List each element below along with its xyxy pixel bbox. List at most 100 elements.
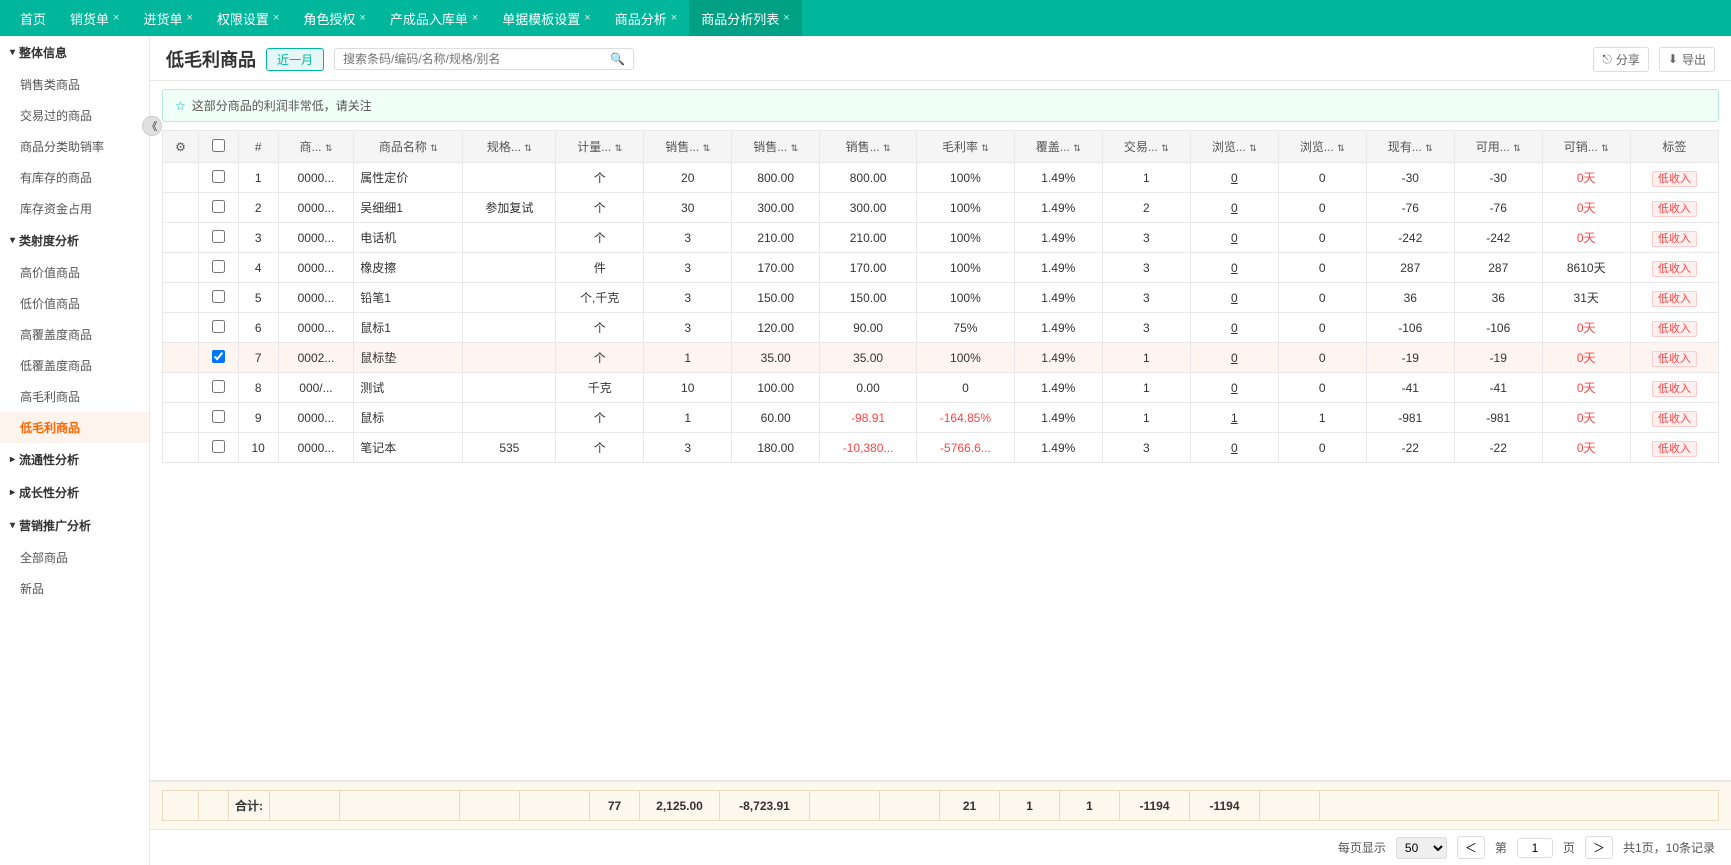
cell-check[interactable] bbox=[199, 283, 239, 313]
nav-close-role[interactable]: × bbox=[359, 12, 365, 24]
cell-check[interactable] bbox=[199, 223, 239, 253]
nav-home[interactable]: 首页 bbox=[8, 0, 58, 36]
cell-sales-profit: 800.00 bbox=[820, 163, 917, 193]
sidebar-item-traded-products[interactable]: 交易过的商品 bbox=[0, 100, 149, 131]
collapse-sidebar-button[interactable]: 《 bbox=[142, 116, 162, 136]
cell-check[interactable] bbox=[199, 313, 239, 343]
col-header-coverage[interactable]: 覆盖... ⇅ bbox=[1014, 131, 1102, 163]
cell-unit: 个 bbox=[556, 403, 644, 433]
cell-browse1[interactable]: 0 bbox=[1190, 223, 1278, 253]
nav-template[interactable]: 单据模板设置 × bbox=[490, 0, 602, 36]
col-header-code[interactable]: 商... ⇅ bbox=[278, 131, 354, 163]
share-button[interactable]: ⎋ 分享 bbox=[1593, 47, 1649, 72]
nav-close-purchase[interactable]: × bbox=[186, 12, 192, 24]
row-checkbox[interactable] bbox=[212, 350, 225, 363]
nav-permission[interactable]: 权限设置 × bbox=[205, 0, 291, 36]
sidebar-item-high-value[interactable]: 高价值商品 bbox=[0, 257, 149, 288]
row-checkbox[interactable] bbox=[212, 320, 225, 333]
col-header-trade[interactable]: 交易... ⇅ bbox=[1102, 131, 1190, 163]
sidebar-item-in-stock[interactable]: 有库存的商品 bbox=[0, 162, 149, 193]
row-checkbox[interactable] bbox=[212, 410, 225, 423]
col-header-num: # bbox=[238, 131, 278, 163]
nav-close-analysis[interactable]: × bbox=[671, 12, 677, 24]
col-header-available[interactable]: 可用... ⇅ bbox=[1454, 131, 1542, 163]
export-button[interactable]: ⬇ 导出 bbox=[1659, 47, 1715, 72]
row-checkbox[interactable] bbox=[212, 260, 225, 273]
cell-gross-margin: 100% bbox=[916, 193, 1014, 223]
cell-browse1[interactable]: 0 bbox=[1190, 253, 1278, 283]
nav-product-inbound[interactable]: 产成品入库单 × bbox=[378, 0, 490, 36]
sidebar-item-low-value[interactable]: 低价值商品 bbox=[0, 288, 149, 319]
nav-role-auth[interactable]: 角色授权 × bbox=[291, 0, 377, 36]
filter-button[interactable]: 近一月 bbox=[266, 48, 324, 71]
sidebar-item-high-margin[interactable]: 高毛利商品 bbox=[0, 381, 149, 412]
cell-browse1[interactable]: 0 bbox=[1190, 163, 1278, 193]
col-header-check[interactable] bbox=[199, 131, 239, 163]
nav-close-analysis-list[interactable]: × bbox=[783, 12, 789, 24]
per-page-select[interactable]: 50 20 100 bbox=[1396, 837, 1447, 859]
sidebar-item-sales-products[interactable]: 销售类商品 bbox=[0, 69, 149, 100]
nav-close-inbound[interactable]: × bbox=[472, 12, 478, 24]
nav-product-analysis-list[interactable]: 商品分析列表 × bbox=[689, 0, 801, 36]
row-checkbox[interactable] bbox=[212, 170, 225, 183]
cell-browse1[interactable]: 0 bbox=[1190, 313, 1278, 343]
cell-browse1[interactable]: 0 bbox=[1190, 373, 1278, 403]
col-header-name[interactable]: 商品名称 ⇅ bbox=[354, 131, 463, 163]
row-checkbox[interactable] bbox=[212, 440, 225, 453]
sidebar-item-stock-capital[interactable]: 库存资金占用 bbox=[0, 193, 149, 224]
nav-close-template[interactable]: × bbox=[584, 12, 590, 24]
sidebar-item-all-products[interactable]: 全部商品 bbox=[0, 542, 149, 573]
check-all[interactable] bbox=[212, 139, 225, 152]
sidebar-item-high-coverage[interactable]: 高覆盖度商品 bbox=[0, 319, 149, 350]
nav-close-sales[interactable]: × bbox=[113, 12, 119, 24]
page-number-input[interactable] bbox=[1517, 838, 1553, 858]
nav-close-permission[interactable]: × bbox=[273, 12, 279, 24]
nav-sales-order[interactable]: 销货单 × bbox=[58, 0, 131, 36]
cell-check[interactable] bbox=[199, 373, 239, 403]
col-header-saleable[interactable]: 可销... ⇅ bbox=[1542, 131, 1630, 163]
col-header-current-stock[interactable]: 现有... ⇅ bbox=[1366, 131, 1454, 163]
cell-browse1[interactable]: 0 bbox=[1190, 283, 1278, 313]
cell-check[interactable] bbox=[199, 193, 239, 223]
col-header-gross-margin[interactable]: 毛利率 ⇅ bbox=[916, 131, 1014, 163]
search-input[interactable] bbox=[343, 52, 610, 66]
sidebar-group-classification[interactable]: ▾ 类射度分析 bbox=[0, 224, 149, 257]
cell-check[interactable] bbox=[199, 403, 239, 433]
cell-available: -30 bbox=[1454, 163, 1542, 193]
nav-product-analysis[interactable]: 商品分析 × bbox=[603, 0, 689, 36]
sidebar-item-new-products[interactable]: 新品 bbox=[0, 573, 149, 604]
cell-browse1[interactable]: 0 bbox=[1190, 193, 1278, 223]
row-checkbox[interactable] bbox=[212, 230, 225, 243]
sidebar-item-low-margin[interactable]: 低毛利商品 bbox=[0, 412, 149, 443]
cell-browse1[interactable]: 1 bbox=[1190, 403, 1278, 433]
cell-browse1[interactable]: 0 bbox=[1190, 343, 1278, 373]
cell-check[interactable] bbox=[199, 163, 239, 193]
cell-trade: 1 bbox=[1102, 343, 1190, 373]
row-checkbox[interactable] bbox=[212, 290, 225, 303]
sidebar-group-overall[interactable]: ▾ 整体信息 bbox=[0, 36, 149, 69]
col-header-setting[interactable]: ⚙ bbox=[163, 131, 199, 163]
cell-check[interactable] bbox=[199, 253, 239, 283]
col-header-browse2[interactable]: 浏览... ⇅ bbox=[1278, 131, 1366, 163]
prev-page-button[interactable]: ＜ bbox=[1457, 836, 1485, 859]
row-checkbox[interactable] bbox=[212, 380, 225, 393]
cell-check[interactable] bbox=[199, 343, 239, 373]
col-header-unit[interactable]: 计量... ⇅ bbox=[556, 131, 644, 163]
col-header-sales-count[interactable]: 销售... ⇅ bbox=[644, 131, 732, 163]
cell-check[interactable] bbox=[199, 433, 239, 463]
nav-purchase-order[interactable]: 进货单 × bbox=[131, 0, 204, 36]
col-header-sales-price[interactable]: 销售... ⇅ bbox=[732, 131, 820, 163]
sidebar-item-low-coverage[interactable]: 低覆盖度商品 bbox=[0, 350, 149, 381]
cell-browse1[interactable]: 0 bbox=[1190, 433, 1278, 463]
sidebar-item-category-sales-rate[interactable]: 商品分类助销率 bbox=[0, 131, 149, 162]
sidebar-group-growth[interactable]: ▸ 成长性分析 bbox=[0, 476, 149, 509]
col-header-spec[interactable]: 规格... ⇅ bbox=[463, 131, 556, 163]
next-page-button[interactable]: ＞ bbox=[1585, 836, 1613, 859]
cell-unit: 个 bbox=[556, 163, 644, 193]
col-header-sales-profit[interactable]: 销售... ⇅ bbox=[820, 131, 917, 163]
search-icon[interactable]: 🔍 bbox=[610, 52, 625, 66]
sidebar-group-marketing[interactable]: ▾ 营销推广分析 bbox=[0, 509, 149, 542]
sidebar-group-circulation[interactable]: ▸ 流通性分析 bbox=[0, 443, 149, 476]
col-header-browse1[interactable]: 浏览... ⇅ bbox=[1190, 131, 1278, 163]
row-checkbox[interactable] bbox=[212, 200, 225, 213]
